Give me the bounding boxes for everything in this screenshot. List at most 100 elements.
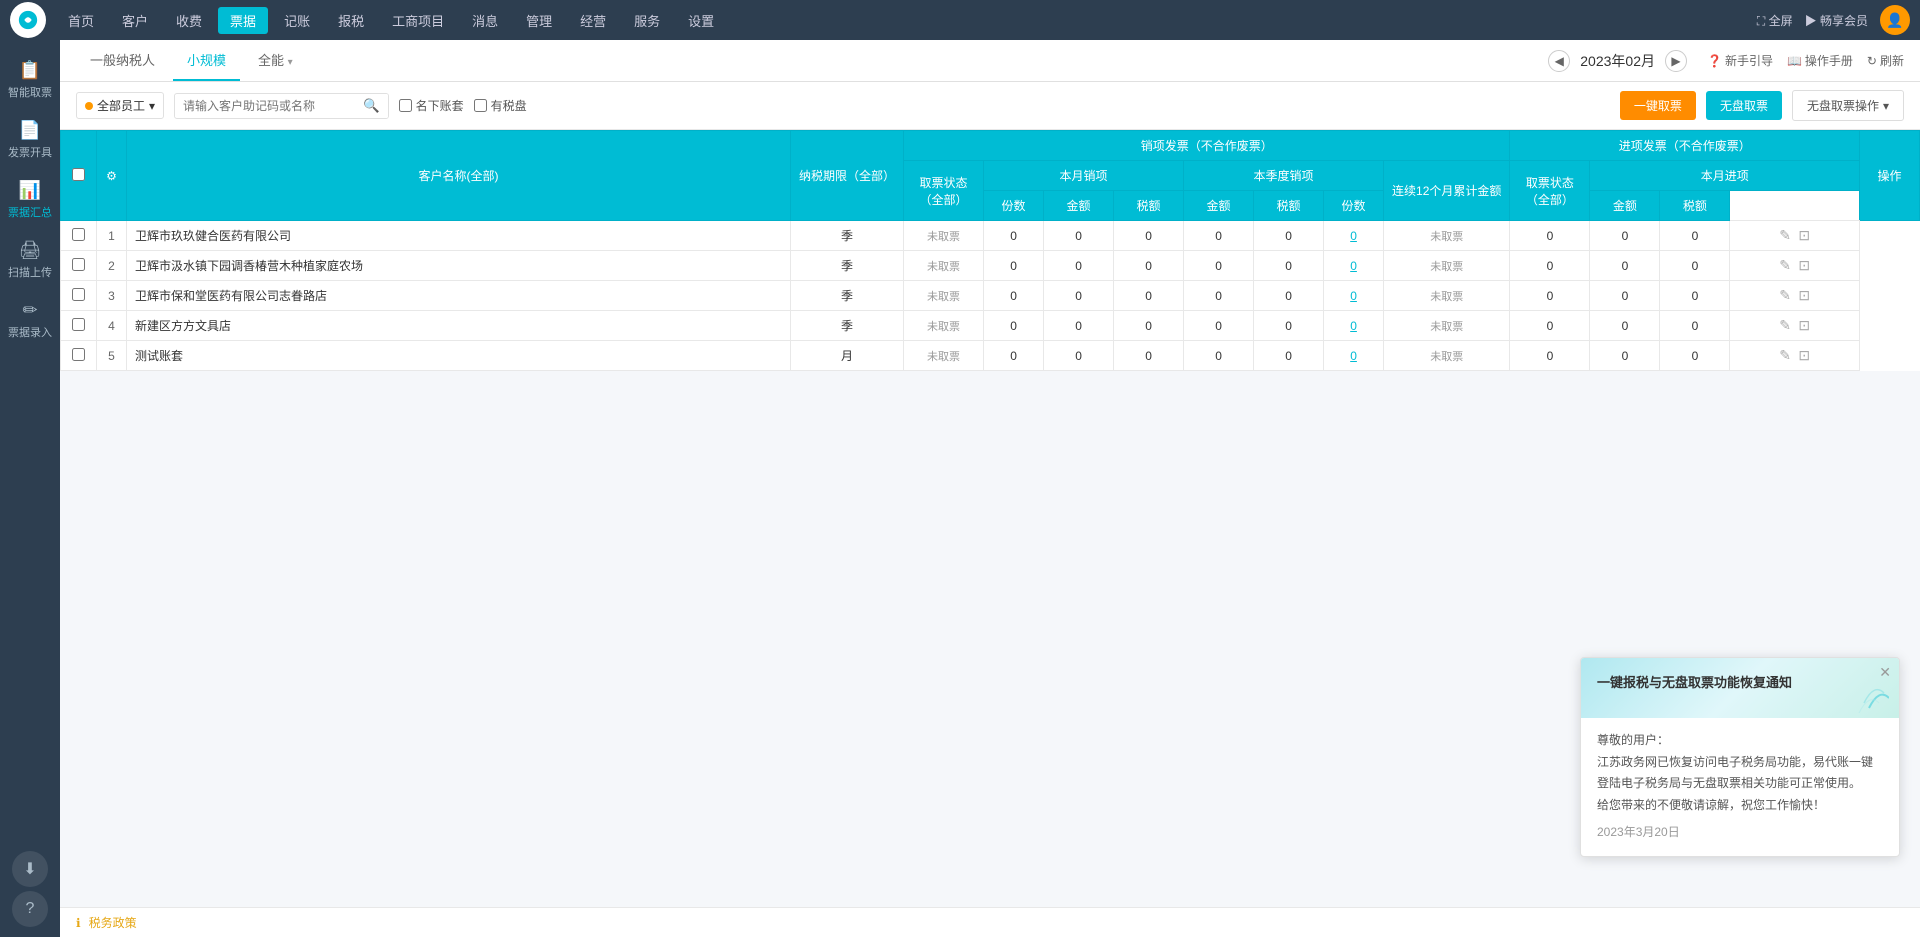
- detail-icon[interactable]: ⊡: [1798, 227, 1810, 243]
- nav-message[interactable]: 消息: [460, 7, 510, 34]
- col-pm-qty: 份数: [1324, 191, 1384, 221]
- row-sm-tax: 0: [1114, 221, 1184, 251]
- row-sq-tax: 0: [1254, 251, 1324, 281]
- sidebar-download-btn[interactable]: ⬇: [12, 851, 48, 887]
- detail-icon[interactable]: ⊡: [1798, 287, 1810, 303]
- tax-policy-link[interactable]: 税务政策: [89, 914, 137, 931]
- row-s12m: 0: [1324, 221, 1384, 251]
- scan-upload-icon: 🖨: [19, 240, 42, 261]
- sidebar-label-smart-ticket: 智能取票: [8, 84, 52, 100]
- nav-settings[interactable]: 设置: [676, 7, 726, 34]
- col-sale-status: 取票状态（全部）: [904, 161, 984, 221]
- date-next-btn[interactable]: ▶: [1665, 50, 1687, 72]
- tax-disk-filter-wrap[interactable]: 有税盘: [474, 97, 527, 114]
- edit-icon[interactable]: ✎: [1779, 227, 1791, 243]
- row-sale-status: 未取票: [904, 311, 984, 341]
- smart-ticket-icon: 📋: [19, 60, 41, 81]
- nav-billing[interactable]: 收费: [164, 7, 214, 34]
- row-customer-name: 卫辉市汲水镇下园调香椿营木种植家庭农场: [127, 251, 791, 281]
- row-pm-tax: 0: [1660, 341, 1730, 371]
- row-sm-tax: 0: [1114, 251, 1184, 281]
- info-icon: ℹ: [76, 916, 81, 930]
- date-label: 2023年02月: [1580, 51, 1655, 71]
- row-pm-qty: 0: [1510, 311, 1590, 341]
- sidebar-item-scan-upload[interactable]: 🖨 扫描上传: [0, 230, 60, 290]
- row-checkbox[interactable]: [72, 258, 85, 271]
- sidebar-item-invoice-summary[interactable]: 📊 票据汇总: [0, 170, 60, 230]
- sidebar-label-ticket-entry: 票据录入: [8, 324, 52, 340]
- edit-icon[interactable]: ✎: [1779, 287, 1791, 303]
- sidebar-item-ticket-entry[interactable]: ✏ 票据录入: [0, 290, 60, 350]
- nav-home[interactable]: 首页: [56, 7, 106, 34]
- col-purchase-status: 取票状态（全部）: [1510, 161, 1590, 221]
- search-input[interactable]: [175, 95, 355, 117]
- no-disk-ops-btn[interactable]: 无盘取票操作 ▾: [1792, 90, 1904, 121]
- table-row: 1 卫辉市玖玖健合医药有限公司 季 未取票 0 0 0 0 0 0 未取票 0 …: [61, 221, 1920, 251]
- nav-accounting[interactable]: 记账: [272, 7, 322, 34]
- row-sm-amount: 0: [1044, 221, 1114, 251]
- one-click-ticket-btn[interactable]: 一键取票: [1620, 91, 1696, 120]
- nav-tax[interactable]: 报税: [326, 7, 376, 34]
- row-customer-name: 新建区方方文具店: [127, 311, 791, 341]
- new-user-guide-btn[interactable]: ❓ 新手引导: [1707, 52, 1773, 69]
- tab-all-capable[interactable]: 全能 ▾: [244, 40, 307, 81]
- row-customer-name: 测试账套: [127, 341, 791, 371]
- account-filter-wrap[interactable]: 名下账套: [399, 97, 464, 114]
- nav-service[interactable]: 服务: [622, 7, 672, 34]
- detail-icon[interactable]: ⊡: [1798, 347, 1810, 363]
- employee-filter[interactable]: 全部员工 ▾: [76, 92, 164, 119]
- edit-icon[interactable]: ✎: [1779, 257, 1791, 273]
- search-button[interactable]: 🔍: [355, 94, 388, 118]
- nav-operation[interactable]: 经营: [568, 7, 618, 34]
- row-sm-amount: 0: [1044, 341, 1114, 371]
- user-avatar[interactable]: 👤: [1880, 5, 1910, 35]
- row-sm-qty: 0: [984, 281, 1044, 311]
- row-sq-amount: 0: [1184, 281, 1254, 311]
- table-row: 3 卫辉市保和堂医药有限公司志眷路店 季 未取票 0 0 0 0 0 0 未取票…: [61, 281, 1920, 311]
- fullscreen-btn[interactable]: ⛶ 全屏: [1757, 12, 1793, 29]
- tax-disk-filter-checkbox[interactable]: [474, 99, 487, 112]
- tab-small-scale[interactable]: 小规模: [173, 40, 240, 81]
- nav-invoice[interactable]: 票据: [218, 7, 268, 34]
- row-pm-qty: 0: [1510, 251, 1590, 281]
- date-prev-btn[interactable]: ◀: [1548, 50, 1570, 72]
- row-checkbox[interactable]: [72, 348, 85, 361]
- row-customer-name: 卫辉市玖玖健合医药有限公司: [127, 221, 791, 251]
- bottom-bar: ℹ 税务政策: [60, 907, 1920, 937]
- nav-customer[interactable]: 客户: [110, 7, 160, 34]
- row-checkbox[interactable]: [72, 228, 85, 241]
- row-pm-qty: 0: [1510, 341, 1590, 371]
- no-disk-ticket-btn[interactable]: 无盘取票: [1706, 91, 1782, 120]
- edit-icon[interactable]: ✎: [1779, 317, 1791, 333]
- table-row: 4 新建区方方文具店 季 未取票 0 0 0 0 0 0 未取票 0 0 0 ✎…: [61, 311, 1920, 341]
- detail-icon[interactable]: ⊡: [1798, 317, 1810, 333]
- nav-manage[interactable]: 管理: [514, 7, 564, 34]
- row-sm-tax: 0: [1114, 311, 1184, 341]
- col-tax-period: 纳税期限（全部）: [791, 131, 904, 221]
- member-btn[interactable]: ▶ 畅享会员: [1805, 12, 1868, 29]
- row-checkbox[interactable]: [72, 318, 85, 331]
- notification-body: 尊敬的用户： 江苏政务网已恢复访问电子税务局功能，易代账一键登陆电子税务局与无盘…: [1581, 718, 1899, 856]
- col-customer: 客户名称(全部): [127, 131, 791, 221]
- refresh-btn[interactable]: ↻ 刷新: [1867, 52, 1904, 69]
- detail-icon[interactable]: ⊡: [1798, 257, 1810, 273]
- col-action: 操作: [1860, 131, 1920, 221]
- account-filter-checkbox[interactable]: [399, 99, 412, 112]
- row-pm-amount: 0: [1590, 281, 1660, 311]
- nav-business[interactable]: 工商项目: [380, 7, 456, 34]
- row-actions: ✎ ⊡: [1730, 221, 1860, 251]
- col-pm-amount: 金额: [1590, 191, 1660, 221]
- sidebar-help-btn[interactable]: ?: [12, 891, 48, 927]
- tab-general-taxpayer[interactable]: 一般纳税人: [76, 40, 169, 81]
- col-pm-tax: 税额: [1660, 191, 1730, 221]
- sidebar-item-invoice-issue[interactable]: 📄 发票开具: [0, 110, 60, 170]
- row-purchase-status: 未取票: [1384, 221, 1510, 251]
- row-checkbox[interactable]: [72, 288, 85, 301]
- edit-icon[interactable]: ✎: [1779, 347, 1791, 363]
- select-all-checkbox[interactable]: [72, 168, 85, 181]
- operation-manual-btn[interactable]: 📖 操作手册: [1787, 52, 1853, 69]
- row-purchase-status: 未取票: [1384, 311, 1510, 341]
- row-actions: ✎ ⊡: [1730, 311, 1860, 341]
- sidebar-item-smart-ticket[interactable]: 📋 智能取票: [0, 50, 60, 110]
- date-nav: ◀ 2023年02月 ▶: [1548, 50, 1687, 72]
